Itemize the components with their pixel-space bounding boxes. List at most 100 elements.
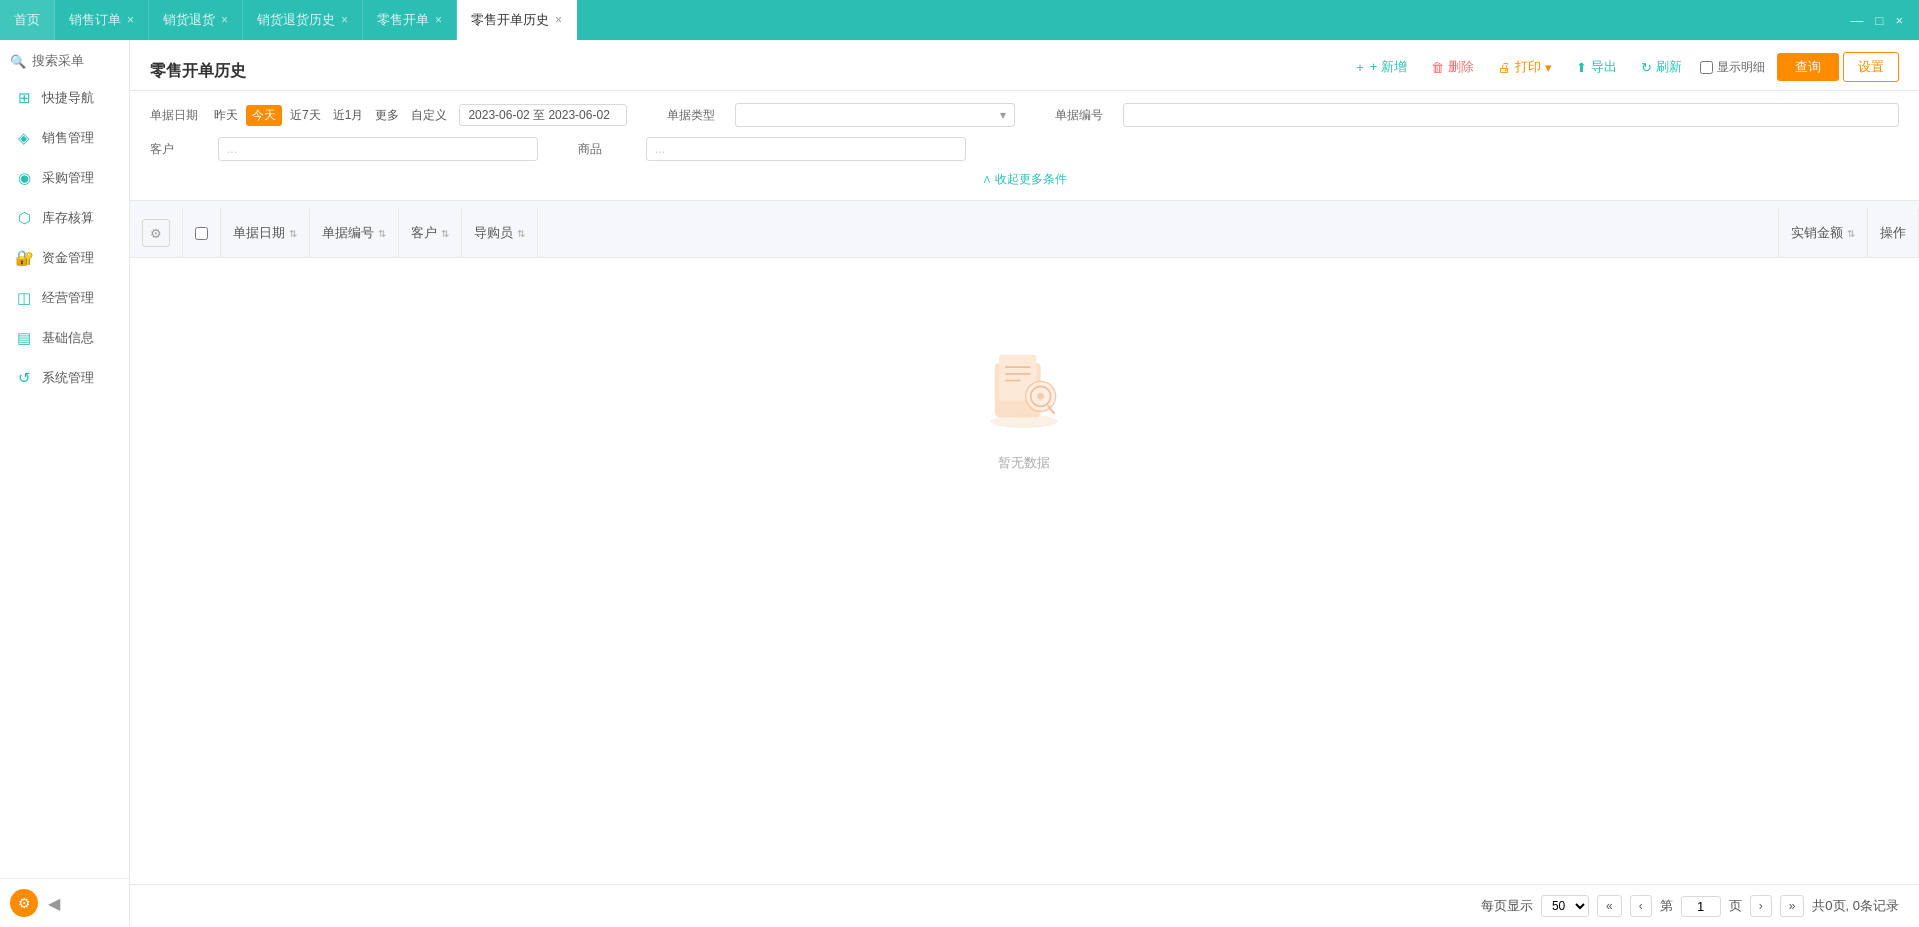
date-range-input[interactable] xyxy=(459,104,627,126)
th-doc-no[interactable]: 单据编号 ⇅ xyxy=(310,209,399,258)
sidebar-item-system[interactable]: ↺ 系统管理 xyxy=(0,358,129,398)
close-tab-sales-return[interactable]: × xyxy=(221,13,228,27)
filter-row-1: 单据日期 昨天 今天 近7天 近1月 更多 自定义 单据类型 ▾ 单据编号 xyxy=(150,103,1899,127)
sidebar-gear-button[interactable]: ⚙ xyxy=(10,889,38,917)
select-all-checkbox[interactable] xyxy=(195,227,208,240)
sidebar-item-basic-info[interactable]: ▤ 基础信息 xyxy=(0,318,129,358)
data-table: ⚙ 单据日期 ⇅ xyxy=(130,209,1919,552)
empty-state: 暂无数据 xyxy=(130,258,1919,552)
th-amount[interactable]: 实销金额 ⇅ xyxy=(1779,209,1868,258)
filter-row-2: 客户 ... 商品 ... xyxy=(150,137,1899,161)
customer-input[interactable]: ... xyxy=(218,137,538,161)
tab-retail-open[interactable]: 零售开单 × xyxy=(363,0,457,40)
first-page-button[interactable]: « xyxy=(1597,895,1622,917)
search-icon: 🔍 xyxy=(10,54,26,69)
sidebar-item-sales-mgmt[interactable]: ◈ 销售管理 xyxy=(0,118,129,158)
customer-placeholder: ... xyxy=(227,142,237,156)
operations-icon: ◫ xyxy=(14,288,34,308)
svg-point-9 xyxy=(1038,393,1045,400)
doc-type-select[interactable]: ▾ xyxy=(735,103,1015,127)
last-page-button[interactable]: » xyxy=(1780,895,1805,917)
customer-label: 客户 xyxy=(150,141,210,158)
sort-doc-no-icon: ⇅ xyxy=(378,228,386,239)
add-button[interactable]: + + 新增 xyxy=(1346,54,1417,80)
refresh-icon: ↻ xyxy=(1641,60,1652,75)
doc-no-label: 单据编号 xyxy=(1055,107,1115,124)
sidebar-item-operations[interactable]: ◫ 经营管理 xyxy=(0,278,129,318)
goods-placeholder: ... xyxy=(655,142,665,156)
sidebar-item-purchase-mgmt[interactable]: ◉ 采购管理 xyxy=(0,158,129,198)
system-icon: ↺ xyxy=(14,368,34,388)
th-actions: 操作 xyxy=(1868,209,1919,258)
date-opt-today[interactable]: 今天 xyxy=(246,105,282,126)
print-dropdown-icon: ▾ xyxy=(1545,60,1552,75)
th-doc-date[interactable]: 单据日期 ⇅ xyxy=(221,209,310,258)
empty-icon xyxy=(974,338,1074,438)
export-button[interactable]: ⬆ 导出 xyxy=(1566,54,1627,80)
display-detail-checkbox[interactable] xyxy=(1700,61,1713,74)
quick-nav-icon: ⊞ xyxy=(14,88,34,108)
th-checkbox xyxy=(183,209,221,258)
close-tab-retail-open[interactable]: × xyxy=(435,13,442,27)
date-opt-yesterday[interactable]: 昨天 xyxy=(210,105,242,126)
date-label: 单据日期 xyxy=(150,107,210,124)
delete-icon: 🗑 xyxy=(1431,60,1444,75)
prev-page-button[interactable]: ‹ xyxy=(1630,895,1652,917)
page-title: 零售开单历史 xyxy=(150,61,246,82)
content-area: 零售开单历史 + + 新增 🗑 删除 🖨 打印 ▾ ⬆ 导出 xyxy=(130,40,1919,927)
inventory-icon: ⬡ xyxy=(14,208,34,228)
th-customer[interactable]: 客户 ⇅ xyxy=(399,209,462,258)
doc-type-dropdown-icon: ▾ xyxy=(1000,108,1006,122)
print-button[interactable]: 🖨 打印 ▾ xyxy=(1488,54,1562,80)
refresh-button[interactable]: ↻ 刷新 xyxy=(1631,54,1692,80)
sort-doc-date-icon: ⇅ xyxy=(289,228,297,239)
th-settings: ⚙ xyxy=(130,209,183,258)
close-tab-retail-history[interactable]: × xyxy=(555,13,562,27)
empty-row: 暂无数据 xyxy=(130,258,1919,553)
date-opt-7days[interactable]: 近7天 xyxy=(286,105,325,126)
goods-input[interactable]: ... xyxy=(646,137,966,161)
tab-sales-order[interactable]: 销售订单 × xyxy=(55,0,149,40)
doc-type-label: 单据类型 xyxy=(667,107,727,124)
sidebar-item-inventory[interactable]: ⬡ 库存核算 xyxy=(0,198,129,238)
sidebar-item-quick-nav[interactable]: ⊞ 快捷导航 xyxy=(0,78,129,118)
tab-sales-return-history[interactable]: 销货退货历史 × xyxy=(243,0,363,40)
close-tab-sales-order[interactable]: × xyxy=(127,13,134,27)
sidebar-collapse-button[interactable]: ◀ xyxy=(48,894,60,913)
next-page-button[interactable]: › xyxy=(1750,895,1772,917)
table-body: 暂无数据 xyxy=(130,258,1919,553)
delete-button[interactable]: 🗑 删除 xyxy=(1421,54,1484,80)
sidebar-search[interactable]: 🔍 搜索采单 xyxy=(0,40,129,78)
page-header: 零售开单历史 + + 新增 🗑 删除 🖨 打印 ▾ ⬆ 导出 xyxy=(130,40,1919,91)
goods-label: 商品 xyxy=(578,141,638,158)
sidebar-bottom: ⚙ ◀ xyxy=(0,878,129,927)
toolbar: + + 新增 🗑 删除 🖨 打印 ▾ ⬆ 导出 ↻ xyxy=(1346,52,1899,90)
basic-info-icon: ▤ xyxy=(14,328,34,348)
page-size-select[interactable]: 50 xyxy=(1541,895,1589,917)
tab-retail-history[interactable]: 零售开单历史 × xyxy=(457,0,577,40)
display-detail-toggle[interactable]: 显示明细 xyxy=(1700,59,1765,76)
doc-no-input[interactable] xyxy=(1123,103,1899,127)
collapse-more-btn[interactable]: ∧ 收起更多条件 xyxy=(150,171,1899,188)
table-settings-icon[interactable]: ⚙ xyxy=(142,219,170,247)
empty-text: 暂无数据 xyxy=(998,454,1050,472)
tab-home[interactable]: 首页 xyxy=(0,0,55,40)
finance-icon: 🔐 xyxy=(14,248,34,268)
page-number-input[interactable] xyxy=(1681,896,1721,917)
window-minimize[interactable]: — xyxy=(1851,13,1864,28)
window-close[interactable]: × xyxy=(1895,13,1903,28)
sidebar-item-finance[interactable]: 🔐 资金管理 xyxy=(0,238,129,278)
window-maximize[interactable]: □ xyxy=(1876,13,1884,28)
date-opt-more[interactable]: 更多 xyxy=(371,105,403,126)
close-tab-sales-return-history[interactable]: × xyxy=(341,13,348,27)
sort-guide-icon: ⇅ xyxy=(517,228,525,239)
query-button[interactable]: 查询 xyxy=(1777,53,1839,81)
export-icon: ⬆ xyxy=(1576,60,1587,75)
date-opt-1month[interactable]: 近1月 xyxy=(329,105,368,126)
settings-button[interactable]: 设置 xyxy=(1843,52,1899,82)
date-opt-custom[interactable]: 自定义 xyxy=(407,105,451,126)
sales-mgmt-icon: ◈ xyxy=(14,128,34,148)
th-spacer xyxy=(538,209,1779,258)
th-guide[interactable]: 导购员 ⇅ xyxy=(462,209,538,258)
tab-sales-return[interactable]: 销货退货 × xyxy=(149,0,243,40)
